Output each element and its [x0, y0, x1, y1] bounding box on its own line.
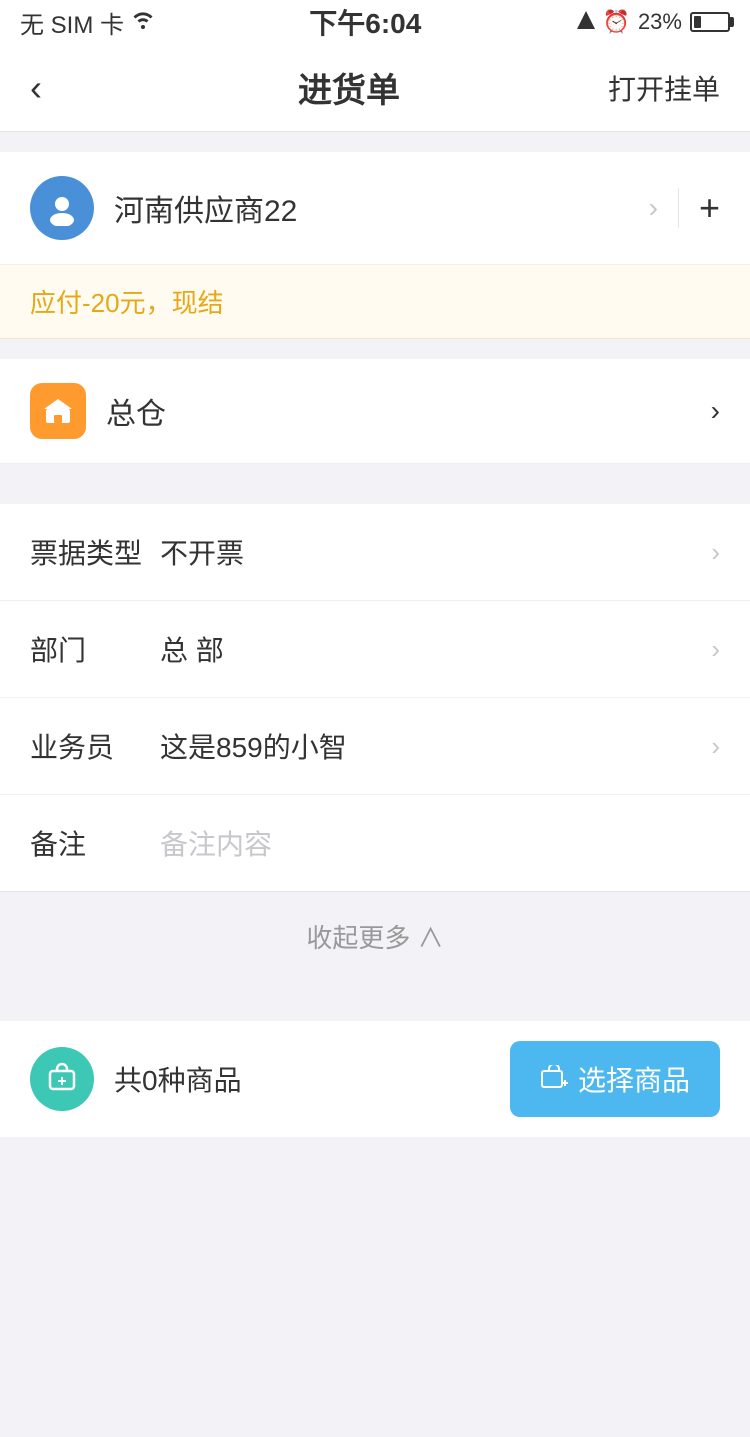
notice-text: 应付-20元，现结: [30, 288, 224, 318]
open-pending-button[interactable]: 打开挂单: [608, 68, 720, 108]
nav-bar: ‹ 进货单 打开挂单: [0, 44, 750, 132]
warehouse-chevron-icon: ›: [711, 395, 720, 427]
status-right: ⏰ 23%: [577, 9, 730, 35]
section-gap-2: [0, 339, 750, 359]
add-supplier-button[interactable]: +: [699, 187, 720, 229]
department-value: 总 部: [160, 629, 701, 669]
select-product-label: 选择商品: [578, 1059, 690, 1099]
back-button[interactable]: ‹: [30, 67, 90, 109]
invoice-type-row[interactable]: 票据类型 不开票 ›: [0, 504, 750, 601]
supplier-row[interactable]: 河南供应商22 › +: [0, 152, 750, 265]
collapse-label: 收起更多 ∧: [306, 923, 443, 953]
invoice-type-value: 不开票: [160, 532, 701, 572]
carrier-label: 无 SIM 卡: [20, 5, 124, 40]
supplier-avatar: [30, 176, 94, 240]
form-section: 票据类型 不开票 › 部门 总 部 › 业务员 这是859的小智 › 备注 备注…: [0, 504, 750, 891]
products-icon: [30, 1047, 94, 1111]
remark-label: 备注: [30, 823, 160, 863]
supplier-card: 河南供应商22 › + 应付-20元，现结: [0, 152, 750, 339]
notice-banner: 应付-20元，现结: [0, 265, 750, 339]
department-row[interactable]: 部门 总 部 ›: [0, 601, 750, 698]
page-background: [0, 1137, 750, 1437]
section-gap-3: [0, 464, 750, 484]
section-gap-4: [0, 981, 750, 1001]
battery-icon: [690, 12, 730, 32]
status-time: 下午6:04: [309, 2, 421, 42]
collapse-button[interactable]: 收起更多 ∧: [0, 891, 750, 981]
status-bar: 无 SIM 卡 下午6:04 ⏰ 23%: [0, 0, 750, 44]
remark-placeholder: 备注内容: [160, 823, 720, 863]
section-gap-1: [0, 132, 750, 152]
battery-percent: 23%: [638, 9, 682, 35]
warehouse-card: 总仓 ›: [0, 359, 750, 464]
department-label: 部门: [30, 629, 160, 669]
vertical-divider: [678, 188, 679, 228]
salesperson-label: 业务员: [30, 726, 160, 766]
products-bar: 共0种商品 选择商品: [0, 1021, 750, 1137]
select-product-button[interactable]: 选择商品: [510, 1041, 720, 1117]
location-icon: [577, 9, 595, 35]
products-count: 共0种商品: [114, 1059, 510, 1099]
alarm-icon: ⏰: [603, 9, 630, 35]
supplier-name: 河南供应商22: [114, 186, 649, 230]
salesperson-value: 这是859的小智: [160, 726, 701, 766]
salesperson-chevron-icon: ›: [711, 731, 720, 762]
salesperson-row[interactable]: 业务员 这是859的小智 ›: [0, 698, 750, 795]
department-chevron-icon: ›: [711, 634, 720, 665]
wifi-icon: [132, 9, 154, 35]
warehouse-icon: [30, 383, 86, 439]
status-left: 无 SIM 卡: [20, 5, 154, 40]
invoice-type-label: 票据类型: [30, 532, 160, 572]
invoice-type-chevron-icon: ›: [711, 537, 720, 568]
warehouse-row[interactable]: 总仓 ›: [0, 359, 750, 464]
page-title: 进货单: [298, 63, 400, 112]
supplier-chevron-icon: ›: [649, 192, 658, 224]
warehouse-name: 总仓: [106, 389, 711, 433]
remark-row[interactable]: 备注 备注内容: [0, 795, 750, 891]
